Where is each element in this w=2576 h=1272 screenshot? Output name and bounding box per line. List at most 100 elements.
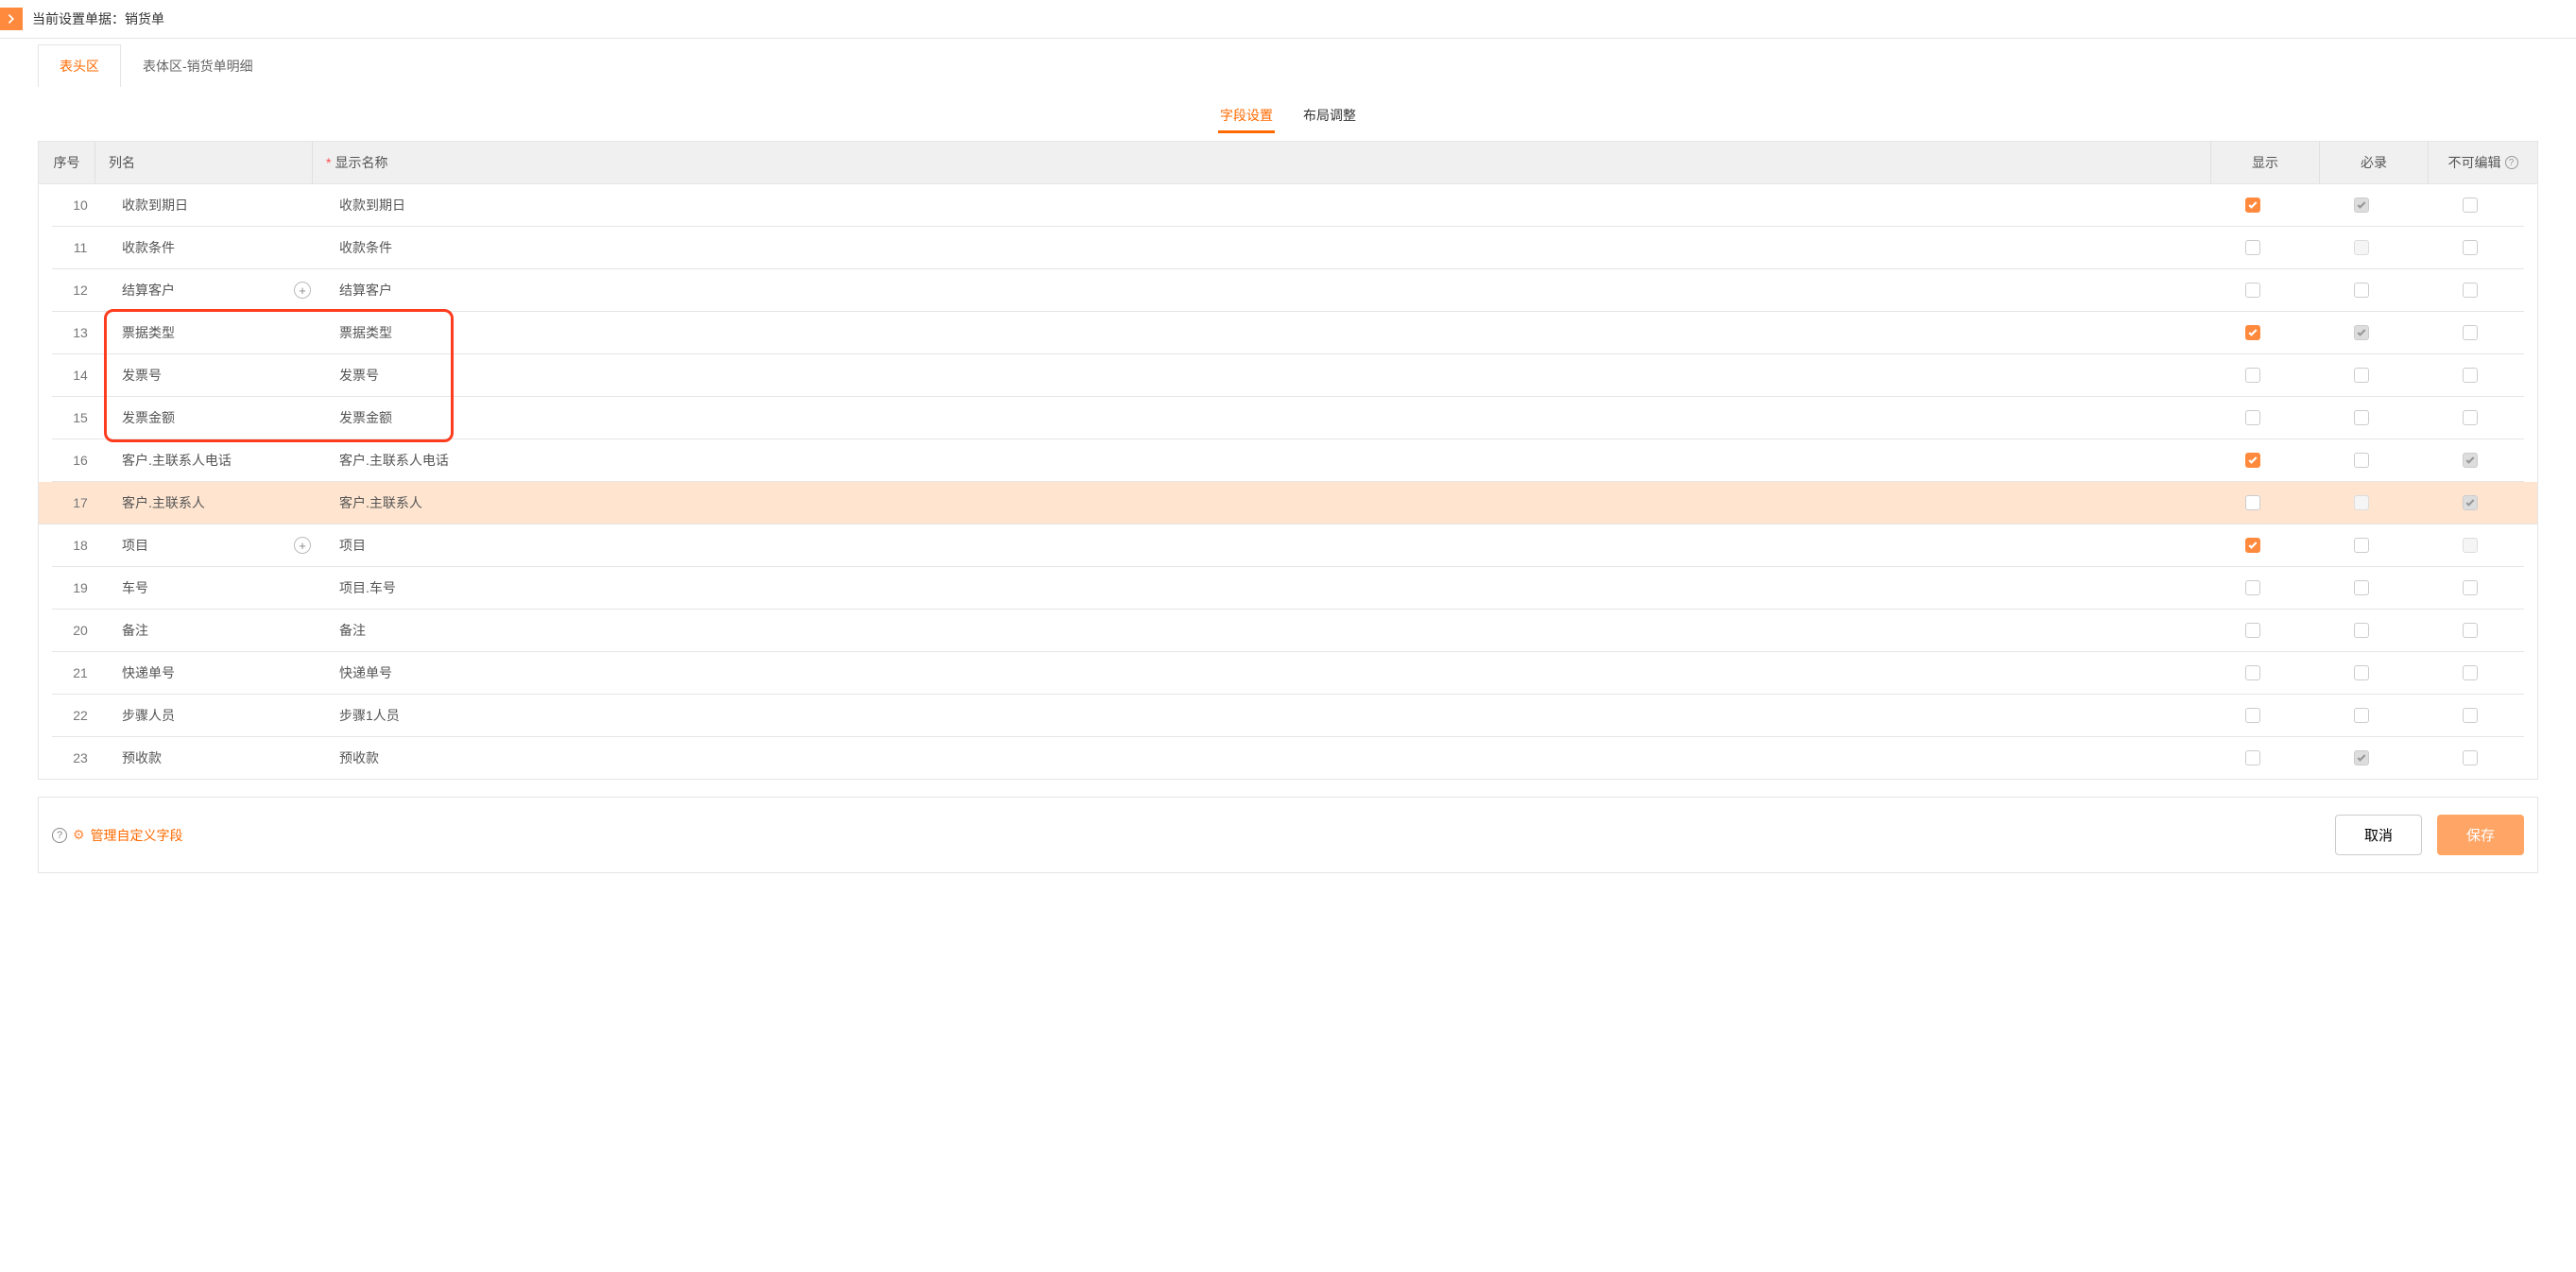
row-display-name[interactable]: 预收款 — [326, 737, 2198, 779]
table-row[interactable]: 16客户.主联系人电话客户.主联系人电话 — [52, 439, 2524, 482]
tab-primary-1[interactable]: 表体区-销货单明细 — [121, 44, 275, 87]
checkbox-show[interactable] — [2245, 453, 2260, 468]
checkbox-show[interactable] — [2245, 198, 2260, 213]
col-header-name: 列名 — [95, 142, 313, 183]
row-idx: 11 — [52, 227, 109, 268]
checkbox-readonly[interactable] — [2463, 410, 2478, 425]
cell-readonly — [2415, 482, 2524, 524]
checkbox-show[interactable] — [2245, 283, 2260, 298]
checkbox-required[interactable] — [2354, 538, 2369, 553]
question-icon[interactable]: ? — [52, 828, 67, 843]
checkbox-required[interactable] — [2354, 708, 2369, 723]
manage-custom-fields-link[interactable]: 管理自定义字段 — [91, 826, 183, 845]
cancel-button[interactable]: 取消 — [2335, 815, 2422, 855]
table-row[interactable]: 18项目+项目 — [52, 524, 2524, 567]
checkbox-required[interactable] — [2354, 410, 2369, 425]
row-display-name[interactable]: 项目.车号 — [326, 567, 2198, 609]
table-row[interactable]: 20备注备注 — [52, 610, 2524, 652]
checkbox-readonly[interactable] — [2463, 368, 2478, 383]
table-row[interactable]: 11 收款条件 收款条件 — [52, 227, 2524, 269]
cell-readonly — [2415, 184, 2524, 226]
checkbox-readonly[interactable] — [2463, 580, 2478, 595]
add-sub-field-button[interactable]: + — [294, 537, 311, 554]
table-row[interactable]: 17客户.主联系人客户.主联系人 — [39, 482, 2537, 524]
row-display-name[interactable]: 项目 — [326, 524, 2198, 566]
add-sub-field-button[interactable]: + — [294, 282, 311, 299]
row-display-name[interactable]: 步骤1人员 — [326, 695, 2198, 736]
checkbox-readonly[interactable] — [2463, 750, 2478, 765]
cell-required — [2307, 397, 2415, 438]
table-row[interactable]: 12结算客户+结算客户 — [52, 269, 2524, 312]
checkbox-show[interactable] — [2245, 623, 2260, 638]
cell-show — [2198, 737, 2307, 779]
row-display-name[interactable]: 发票号 — [326, 354, 2198, 396]
checkbox-readonly[interactable] — [2463, 708, 2478, 723]
checkbox-show[interactable] — [2245, 410, 2260, 425]
row-idx: 10 — [52, 184, 109, 226]
table-row[interactable]: 15发票金额发票金额 — [52, 397, 2524, 439]
checkbox-readonly — [2463, 453, 2478, 468]
tab-primary-0[interactable]: 表头区 — [38, 44, 121, 87]
checkbox-show[interactable] — [2245, 750, 2260, 765]
table-row[interactable]: 14发票号发票号 — [52, 354, 2524, 397]
checkbox-readonly[interactable] — [2463, 623, 2478, 638]
table-row[interactable]: 13票据类型票据类型 — [52, 312, 2524, 354]
row-name-label: 项目 — [122, 536, 148, 555]
row-display-name[interactable]: 发票金额 — [326, 397, 2198, 438]
row-display-name[interactable]: 收款到期日 — [326, 184, 2198, 226]
checkbox-required[interactable] — [2354, 283, 2369, 298]
checkbox-readonly[interactable] — [2463, 240, 2478, 255]
checkbox-readonly[interactable] — [2463, 283, 2478, 298]
row-name: 项目 + — [109, 524, 326, 566]
gear-icon: ⚙ — [73, 827, 85, 843]
tab-secondary-1[interactable]: 布局调整 — [1301, 100, 1358, 133]
table-row[interactable]: 23预收款预收款 — [52, 737, 2524, 779]
expand-panel-button[interactable] — [0, 8, 23, 30]
checkbox-show[interactable] — [2245, 240, 2260, 255]
checkbox-readonly[interactable] — [2463, 665, 2478, 680]
table-row[interactable]: 19车号项目.车号 — [52, 567, 2524, 610]
row-name: 步骤人员 — [109, 695, 326, 736]
checkbox-required[interactable] — [2354, 368, 2369, 383]
checkbox-readonly[interactable] — [2463, 325, 2478, 340]
row-display-name[interactable]: 结算客户 — [326, 269, 2198, 311]
checkbox-show[interactable] — [2245, 708, 2260, 723]
checkbox-readonly[interactable] — [2463, 198, 2478, 213]
row-name: 收款到期日 — [109, 184, 326, 226]
table-row[interactable]: 21快递单号快递单号 — [52, 652, 2524, 695]
checkbox-required — [2354, 198, 2369, 213]
checkbox-show[interactable] — [2245, 368, 2260, 383]
row-display-name[interactable]: 快递单号 — [326, 652, 2198, 694]
help-icon[interactable]: ? — [2505, 156, 2518, 169]
row-display-name[interactable]: 收款条件 — [326, 227, 2198, 268]
cell-readonly — [2415, 397, 2524, 438]
row-display-name[interactable]: 客户.主联系人 — [326, 482, 2198, 524]
checkbox-required — [2354, 495, 2369, 510]
cell-required — [2307, 737, 2415, 779]
row-display-name[interactable]: 备注 — [326, 610, 2198, 651]
save-button[interactable]: 保存 — [2437, 815, 2524, 855]
checkbox-show[interactable] — [2245, 495, 2260, 510]
row-name-label: 收款条件 — [122, 238, 175, 257]
checkbox-required[interactable] — [2354, 580, 2369, 595]
cell-required — [2307, 482, 2415, 524]
checkbox-required[interactable] — [2354, 623, 2369, 638]
cell-readonly — [2415, 652, 2524, 694]
row-name-label: 收款到期日 — [122, 196, 188, 215]
row-idx: 21 — [52, 652, 109, 694]
row-display-name[interactable]: 客户.主联系人电话 — [326, 439, 2198, 481]
row-name-label: 发票号 — [122, 366, 162, 385]
checkbox-show[interactable] — [2245, 538, 2260, 553]
checkbox-required[interactable] — [2354, 665, 2369, 680]
table-row[interactable]: 10 收款到期日 收款到期日 — [52, 184, 2524, 227]
row-idx: 12 — [52, 269, 109, 311]
row-idx: 16 — [52, 439, 109, 481]
table-row[interactable]: 22步骤人员步骤1人员 — [52, 695, 2524, 737]
col-header-readonly: 不可编辑 ? — [2429, 142, 2537, 183]
checkbox-required[interactable] — [2354, 453, 2369, 468]
tab-secondary-0[interactable]: 字段设置 — [1218, 100, 1275, 133]
checkbox-show[interactable] — [2245, 325, 2260, 340]
checkbox-show[interactable] — [2245, 580, 2260, 595]
row-display-name[interactable]: 票据类型 — [326, 312, 2198, 353]
checkbox-show[interactable] — [2245, 665, 2260, 680]
